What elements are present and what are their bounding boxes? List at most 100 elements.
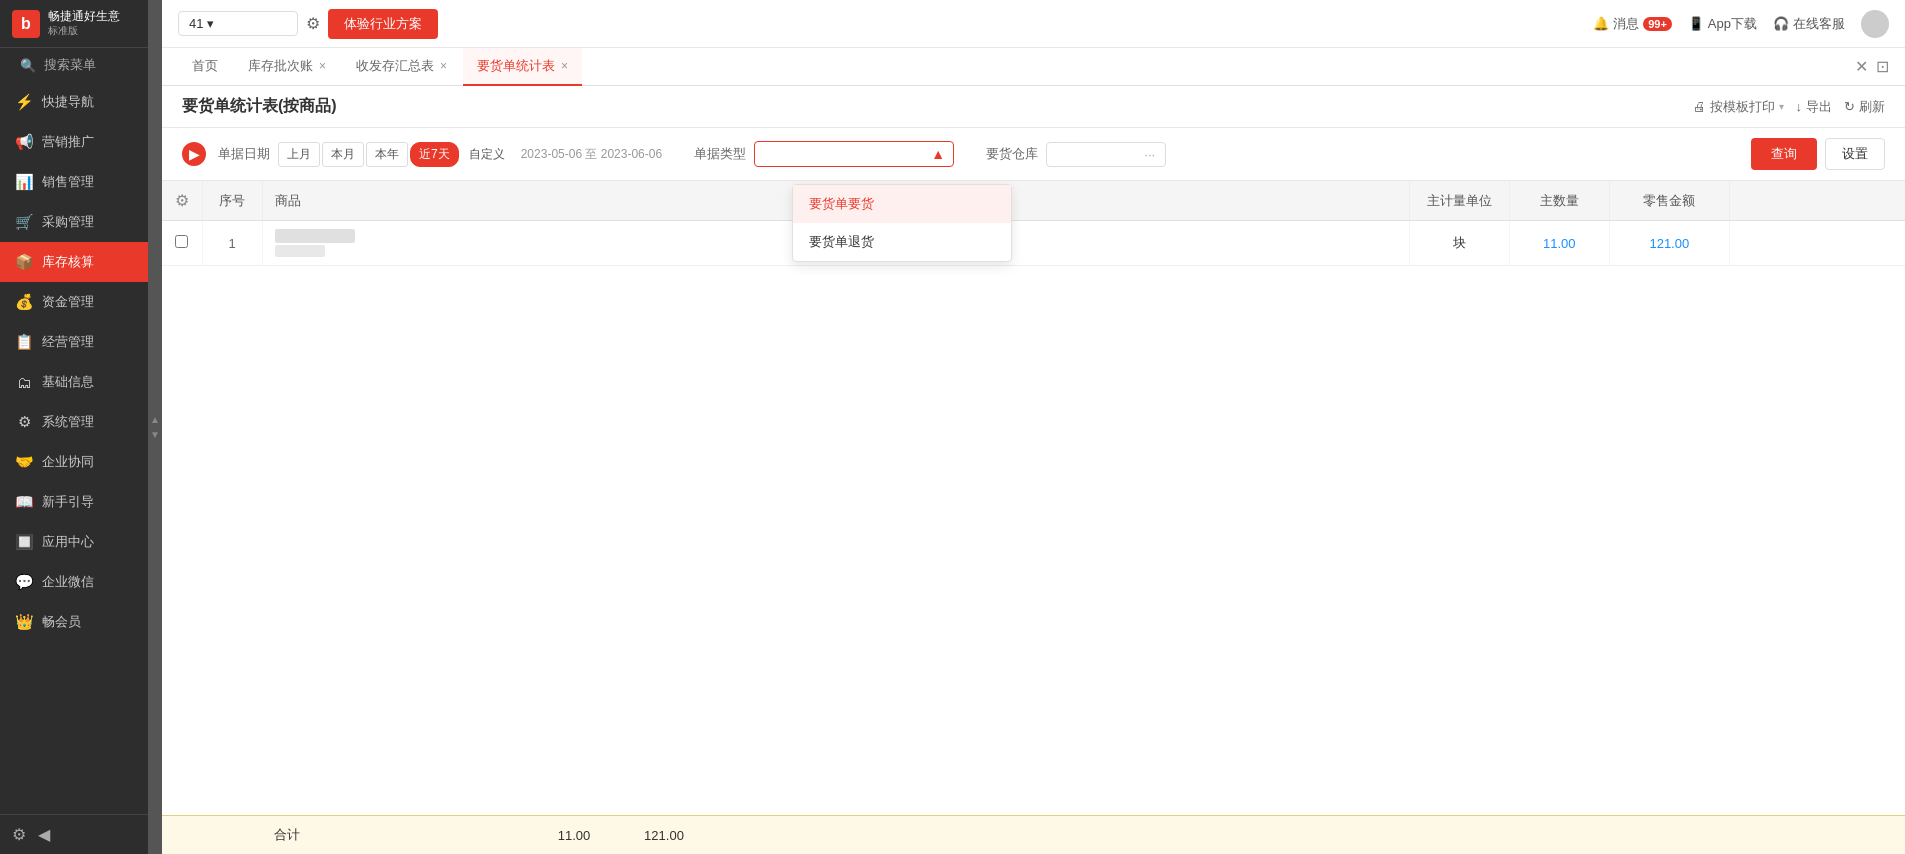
nav-label-quick-nav: 快捷导航 xyxy=(42,93,94,111)
date-btn-custom[interactable]: 自定义 xyxy=(461,142,513,167)
user-avatar[interactable] xyxy=(1861,10,1889,38)
page-header: 要货单统计表(按商品) 🖨 按模板打印 ▾ ↓ 导出 ↻ 刷新 xyxy=(162,86,1905,128)
cell-checkbox-0[interactable] xyxy=(162,221,202,266)
filter-bar: ▶ 单据日期 上月 本月 本年 近7天 自定义 2023-05-06 至 202… xyxy=(162,128,1905,181)
sidebar-item-enterprise[interactable]: 🤝 企业协同 xyxy=(0,442,148,482)
warehouse-filter-group: 要货仓库 ··· xyxy=(986,142,1166,167)
expand-window-icon[interactable]: ⊡ xyxy=(1876,57,1889,76)
sidebar-item-sales[interactable]: 📊销售管理 xyxy=(0,162,148,202)
store-name: 41 xyxy=(189,16,203,31)
col-amount: 零售金额 xyxy=(1609,181,1729,221)
tab-label-home: 首页 xyxy=(192,57,218,75)
date-btn-7days[interactable]: 近7天 xyxy=(410,142,459,167)
tab-close-receive-summary[interactable]: × xyxy=(440,59,447,73)
table-body: 1 块 11.00 121.00 xyxy=(162,221,1905,266)
type-select-chevron: ▲ xyxy=(931,146,945,162)
tab-home[interactable]: 首页 xyxy=(178,48,232,86)
sidebar-search[interactable]: 🔍 搜索菜单 xyxy=(0,48,148,82)
nav-icon-quick-nav: ⚡ xyxy=(14,92,34,112)
sidebar-item-guide[interactable]: 📖新手引导 xyxy=(0,482,148,522)
online-service-item[interactable]: 🎧 在线客服 xyxy=(1773,15,1845,33)
col-quantity: 主数量 xyxy=(1509,181,1609,221)
dropdown-item-order-goods[interactable]: 要货单要货 xyxy=(793,185,1011,223)
nav-icon-enterprise: 🤝 xyxy=(14,452,34,472)
row-checkbox-0[interactable] xyxy=(175,235,188,248)
app-download-label: App下载 xyxy=(1708,15,1757,33)
page-content: 要货单统计表(按商品) 🖨 按模板打印 ▾ ↓ 导出 ↻ 刷新 ▶ xyxy=(162,86,1905,854)
nav-label-system: 系统管理 xyxy=(42,413,94,431)
type-select-input[interactable] xyxy=(763,147,931,162)
nav-icon-appstore: 🔲 xyxy=(14,532,34,552)
store-selector[interactable]: 41 ▾ xyxy=(178,11,298,36)
sidebar-item-basic[interactable]: 🗂 基础信息 xyxy=(0,362,148,402)
dropdown-item-order-return[interactable]: 要货单退货 xyxy=(793,223,1011,261)
filter-actions: 查询 设置 xyxy=(1751,138,1885,170)
tab-inventory-batch[interactable]: 库存批次账 × xyxy=(234,48,340,86)
app-download-item[interactable]: 📱 App下载 xyxy=(1688,15,1757,33)
nav-icon-finance: 💰 xyxy=(14,292,34,312)
type-filter-label: 单据类型 xyxy=(694,145,746,163)
date-btn-this-month[interactable]: 本月 xyxy=(322,142,364,167)
sidebar-bottom-icons: ⚙ ◀ xyxy=(12,825,50,844)
query-button[interactable]: 查询 xyxy=(1751,138,1817,170)
nav-label-basic: 基础信息 xyxy=(42,373,94,391)
notifications-item[interactable]: 🔔 消息 99+ xyxy=(1593,15,1672,33)
footer-amount: 121.00 xyxy=(614,828,714,843)
sidebar-scroll[interactable]: ▲ ▼ xyxy=(148,0,162,854)
table-container: ⚙ 序号 商品 主计量单位 主数量 零售金额 1 xyxy=(162,181,1905,815)
nav-label-enterprise: 企业协同 xyxy=(42,453,94,471)
tabs-container: 首页库存批次账 ×收发存汇总表 ×要货单统计表 × xyxy=(178,48,1853,86)
close-window-icon[interactable]: ✕ xyxy=(1855,57,1868,76)
type-select[interactable]: ▲ xyxy=(754,141,954,167)
refresh-button[interactable]: ↻ 刷新 xyxy=(1844,98,1885,116)
refresh-icon: ↻ xyxy=(1844,99,1855,114)
sidebar-item-quick-nav[interactable]: ⚡ 快捷导航 xyxy=(0,82,148,122)
collapse-icon[interactable]: ◀ xyxy=(38,825,50,844)
topbar-right: 🔔 消息 99+ 📱 App下载 🎧 在线客服 xyxy=(1593,10,1889,38)
col-unit: 主计量单位 xyxy=(1409,181,1509,221)
app-logo-icon: b xyxy=(12,10,40,38)
tab-order-stats[interactable]: 要货单统计表 × xyxy=(463,48,582,86)
setting-button[interactable]: 设置 xyxy=(1825,138,1885,170)
tab-label-receive-summary: 收发存汇总表 xyxy=(356,57,434,75)
sidebar-item-system[interactable]: ⚙系统管理 xyxy=(0,402,148,442)
sidebar-item-finance[interactable]: 💰资金管理 xyxy=(0,282,148,322)
column-settings-icon[interactable]: ⚙ xyxy=(175,192,189,209)
nav-icon-basic: 🗂 xyxy=(14,372,34,392)
tab-close-inventory-batch[interactable]: × xyxy=(319,59,326,73)
print-button[interactable]: 🖨 按模板打印 ▾ xyxy=(1693,98,1784,116)
notifications-label: 消息 xyxy=(1613,15,1639,33)
settings-bottom-icon[interactable]: ⚙ xyxy=(12,825,26,844)
sidebar-item-operations[interactable]: 📋经营管理 xyxy=(0,322,148,362)
product-code-placeholder-0 xyxy=(275,245,325,257)
filter-expand-button[interactable]: ▶ xyxy=(182,142,206,166)
tab-receive-summary[interactable]: 收发存汇总表 × xyxy=(342,48,461,86)
tabs-end: ✕ ⊡ xyxy=(1855,57,1889,76)
topbar-settings-icon[interactable]: ⚙ xyxy=(306,14,320,33)
nav-label-wechat: 企业微信 xyxy=(42,573,94,591)
export-button[interactable]: ↓ 导出 xyxy=(1796,98,1833,116)
trial-button[interactable]: 体验行业方案 xyxy=(328,9,438,39)
main: 41 ▾ ⚙ 体验行业方案 🔔 消息 99+ 📱 App下载 🎧 在线客服 xyxy=(162,0,1905,854)
sidebar-item-member[interactable]: 👑畅会员 xyxy=(0,602,148,642)
sidebar-item-marketing[interactable]: 📢营销推广 xyxy=(0,122,148,162)
col-settings[interactable]: ⚙ xyxy=(162,181,202,221)
sidebar-item-appstore[interactable]: 🔲 应用中心 xyxy=(0,522,148,562)
sidebar-logo: b 畅捷通好生意 标准版 xyxy=(0,0,148,48)
sidebar-item-wechat[interactable]: 💬企业微信 xyxy=(0,562,148,602)
export-icon: ↓ xyxy=(1796,99,1803,114)
nav-label-appstore: 应用中心 xyxy=(42,533,94,551)
warehouse-more-icon: ··· xyxy=(1144,147,1155,162)
print-label: 按模板打印 xyxy=(1710,98,1775,116)
sidebar-item-purchase[interactable]: 🛒采购管理 xyxy=(0,202,148,242)
nav-icon-inventory: 📦 xyxy=(14,252,34,272)
tab-label-inventory-batch: 库存批次账 xyxy=(248,57,313,75)
warehouse-filter-label: 要货仓库 xyxy=(986,145,1038,163)
sidebar-item-inventory[interactable]: 📦库存核算 xyxy=(0,242,148,282)
date-btn-this-year[interactable]: 本年 xyxy=(366,142,408,167)
print-chevron-icon: ▾ xyxy=(1779,101,1784,112)
cell-num-0: 1 xyxy=(202,221,262,266)
tab-close-order-stats[interactable]: × xyxy=(561,59,568,73)
date-btn-last-month[interactable]: 上月 xyxy=(278,142,320,167)
warehouse-select[interactable]: ··· xyxy=(1046,142,1166,167)
